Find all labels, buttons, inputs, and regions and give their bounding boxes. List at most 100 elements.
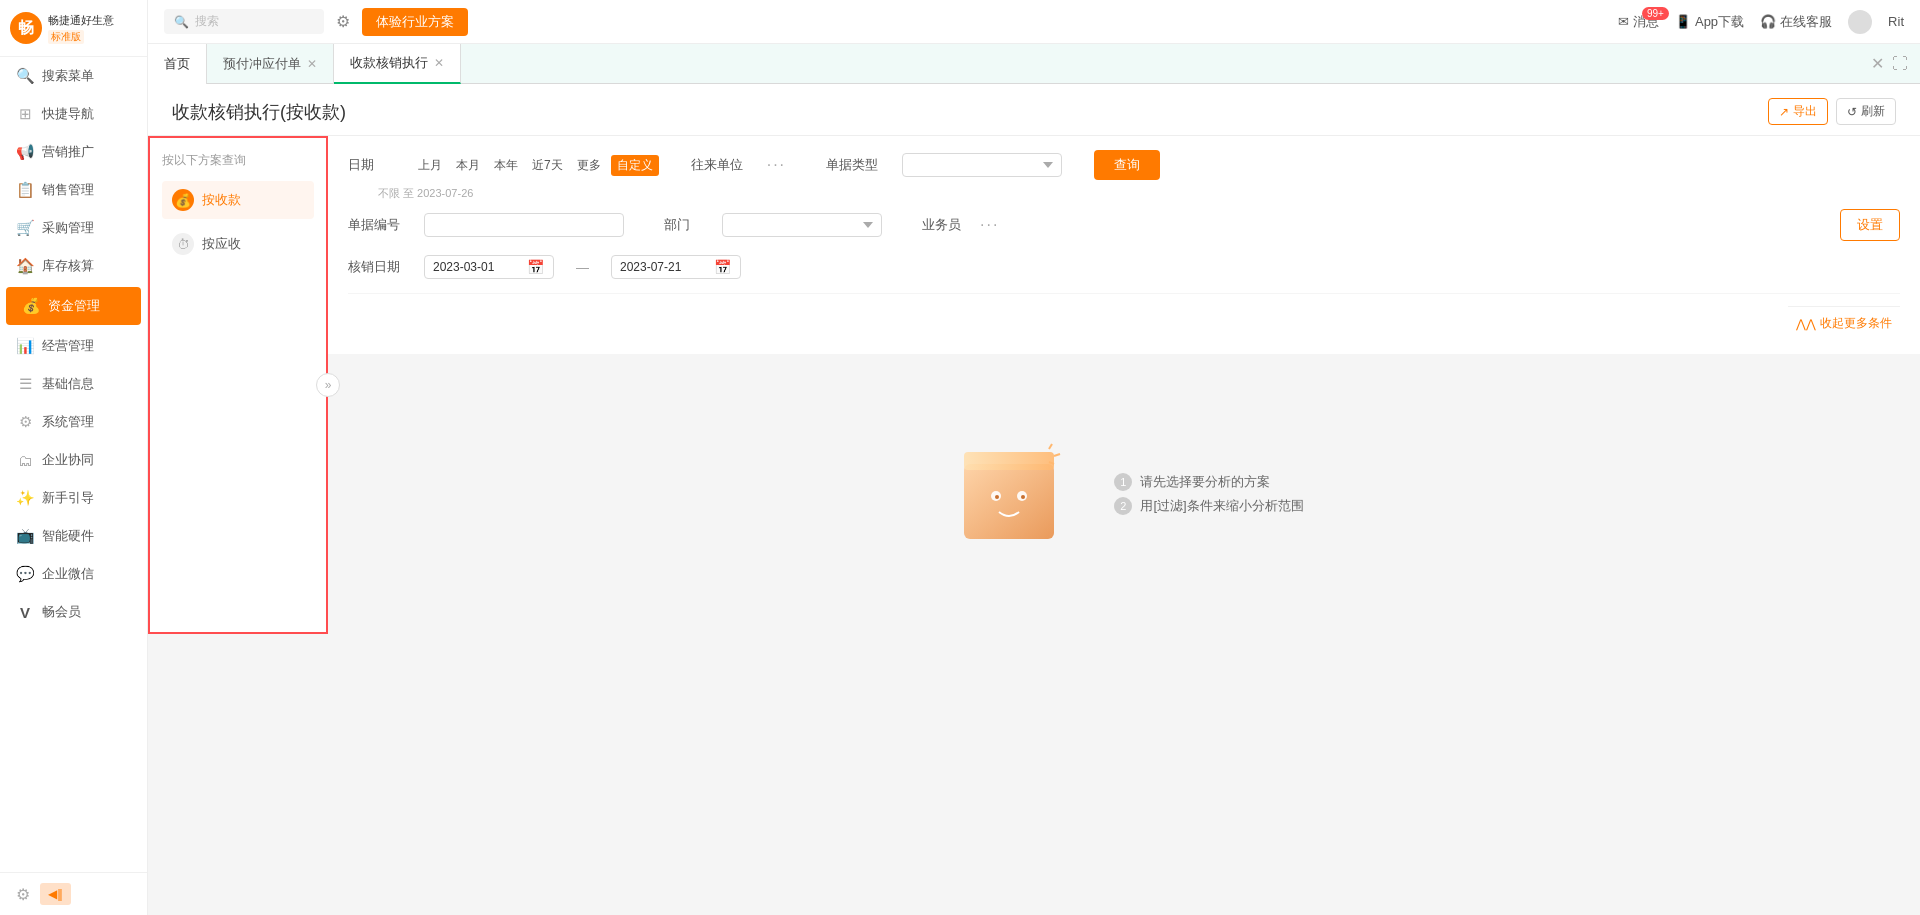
sidebar-collapse-button[interactable]: ◀‖ [40, 883, 71, 905]
receipt-option-label: 按收款 [202, 191, 241, 209]
topbar-gear-icon[interactable]: ⚙ [336, 12, 350, 31]
shortcut-more[interactable]: 更多 [573, 155, 605, 176]
tab-collect-close-icon[interactable]: ✕ [434, 56, 444, 70]
service-label: 在线客服 [1780, 13, 1832, 31]
writeoff-date-end-input[interactable] [620, 260, 710, 274]
export-button[interactable]: ↗ 导出 [1768, 98, 1828, 125]
collapse-more-button[interactable]: ⋀⋀ 收起更多条件 [1788, 306, 1900, 340]
counterpart-field-wrapper: 往来单位 [691, 156, 743, 174]
tab-collect[interactable]: 收款核销执行 ✕ [334, 44, 461, 84]
filter-sidebar-collapse-icon[interactable]: » [316, 373, 340, 397]
inventory-icon: 🏠 [16, 257, 34, 275]
app-download-button[interactable]: 📱 App下载 [1675, 13, 1744, 31]
topbar-search-box[interactable]: 🔍 搜索 [164, 9, 324, 34]
shortcut-prev-month[interactable]: 上月 [414, 155, 446, 176]
dept-select[interactable] [722, 213, 882, 237]
page-actions: ↗ 导出 ↺ 刷新 [1768, 98, 1896, 125]
sidebar-item-wechat[interactable]: 💬 企业微信 [0, 555, 147, 593]
writeoff-date-end-wrapper: 📅 [611, 255, 741, 279]
sidebar-item-member[interactable]: V 畅会员 [0, 593, 147, 631]
sidebar-item-inventory[interactable]: 🏠 库存核算 [0, 247, 147, 285]
svg-point-4 [995, 495, 999, 499]
sidebar-item-marketing[interactable]: 📢 营销推广 [0, 133, 147, 171]
shortcut-cur-year[interactable]: 本年 [490, 155, 522, 176]
topbar-search-icon: 🔍 [174, 15, 189, 29]
staff-label: 业务员 [922, 216, 972, 234]
sidebar-item-hardware[interactable]: 📺 智能硬件 [0, 517, 147, 555]
writeoff-start-calendar-icon[interactable]: 📅 [527, 259, 544, 275]
refresh-button[interactable]: ↺ 刷新 [1836, 98, 1896, 125]
settings-button[interactable]: 设置 [1840, 209, 1900, 241]
sidebar-item-basic[interactable]: ☰ 基础信息 [0, 365, 147, 403]
industry-solution-button[interactable]: 体验行业方案 [362, 8, 468, 36]
sidebar-item-guide[interactable]: ✨ 新手引导 [0, 479, 147, 517]
sidebar-label-enterprise: 企业协同 [42, 451, 94, 469]
basic-icon: ☰ [16, 375, 34, 393]
doctype-field-wrapper: 单据类型 [826, 156, 878, 174]
sidebar-item-system[interactable]: ⚙ 系统管理 [0, 403, 147, 441]
sidebar-label-guide: 新手引导 [42, 489, 94, 507]
member-icon: V [16, 604, 34, 621]
topbar: 🔍 搜索 ⚙ 体验行业方案 ✉ 消息 99+ 📱 App下载 🎧 在线客服 Ri… [148, 0, 1920, 44]
date-hint: 不限 至 2023-07-26 [378, 186, 1900, 201]
filter-option-by-receivable[interactable]: ⏱ 按应收 [162, 225, 314, 263]
sidebar-item-finance[interactable]: 💰 资金管理 [6, 287, 141, 325]
close-window-icon[interactable]: ✕ [1871, 54, 1884, 73]
shortcut-cur-month[interactable]: 本月 [452, 155, 484, 176]
search-icon: 🔍 [16, 67, 34, 85]
filter-option-by-receipt[interactable]: 💰 按收款 [162, 181, 314, 219]
sidebar-item-search[interactable]: 🔍 搜索菜单 [0, 57, 147, 95]
maximize-window-icon[interactable]: ⛶ [1892, 55, 1908, 73]
tab-home[interactable]: 首页 [148, 44, 207, 84]
sidebar-label-shortcut: 快捷导航 [42, 105, 94, 123]
shortcut-7days[interactable]: 近7天 [528, 155, 567, 176]
sidebar-item-shortcut[interactable]: ⊞ 快捷导航 [0, 95, 147, 133]
sidebar-item-business[interactable]: 📊 经营管理 [0, 327, 147, 365]
sales-icon: 📋 [16, 181, 34, 199]
message-icon: ✉ [1618, 14, 1629, 29]
refresh-icon: ↺ [1847, 105, 1857, 119]
svg-rect-0 [964, 464, 1054, 539]
counterpart-label: 往来单位 [691, 157, 743, 172]
tab-prepay-close-icon[interactable]: ✕ [307, 57, 317, 71]
writeoff-date-start-input[interactable] [433, 260, 523, 274]
dept-field-wrapper: 部门 [664, 213, 882, 237]
collapse-up-icon: ⋀⋀ [1796, 317, 1816, 331]
staff-select-icon[interactable]: ··· [980, 216, 999, 234]
filter-row-3: 核销日期 📅 — 📅 [348, 255, 1900, 279]
sidebar-label-system: 系统管理 [42, 413, 94, 431]
filter-row-1: 日期 上月 本月 本年 近7天 更多 自定义 往来单位 ··· [348, 150, 1900, 180]
sidebar-label-marketing: 营销推广 [42, 143, 94, 161]
page-title: 收款核销执行(按收款) [172, 100, 346, 124]
message-button[interactable]: ✉ 消息 99+ [1618, 13, 1659, 31]
empty-box-svg [944, 434, 1074, 554]
settings-gear-icon[interactable]: ⚙ [16, 885, 30, 904]
app-icon: 📱 [1675, 14, 1691, 29]
dept-label: 部门 [664, 216, 714, 234]
docno-input[interactable] [424, 213, 624, 237]
empty-hints: 1 请先选择要分析的方案 2 用[过滤]条件来缩小分析范围 [1114, 473, 1303, 515]
sidebar-label-hardware: 智能硬件 [42, 527, 94, 545]
topbar-search-text: 搜索 [195, 13, 219, 30]
svg-line-6 [1049, 444, 1052, 449]
filter-sidebar-title: 按以下方案查询 [162, 152, 314, 169]
doctype-select[interactable] [902, 153, 1062, 177]
empty-state-inner: 1 请先选择要分析的方案 2 用[过滤]条件来缩小分析范围 [944, 434, 1303, 554]
tab-prepay[interactable]: 预付冲应付单 ✕ [207, 44, 334, 84]
system-icon: ⚙ [16, 413, 34, 431]
sidebar-item-purchase[interactable]: 🛒 采购管理 [0, 209, 147, 247]
export-icon: ↗ [1779, 105, 1789, 119]
collapse-more-row: ⋀⋀ 收起更多条件 [348, 293, 1900, 340]
counterpart-select-icon[interactable]: ··· [767, 156, 786, 174]
finance-icon: 💰 [22, 297, 40, 315]
sidebar-label-wechat: 企业微信 [42, 565, 94, 583]
home-icon: ⊞ [16, 105, 34, 123]
receipt-option-icon: 💰 [172, 189, 194, 211]
shortcut-custom[interactable]: 自定义 [611, 155, 659, 176]
topbar-right: ✉ 消息 99+ 📱 App下载 🎧 在线客服 Rit [1618, 10, 1904, 34]
online-service-button[interactable]: 🎧 在线客服 [1760, 13, 1832, 31]
writeoff-end-calendar-icon[interactable]: 📅 [714, 259, 731, 275]
sidebar-item-enterprise[interactable]: 🗂 企业协同 [0, 441, 147, 479]
query-button[interactable]: 查询 [1094, 150, 1160, 180]
sidebar-item-sales[interactable]: 📋 销售管理 [0, 171, 147, 209]
